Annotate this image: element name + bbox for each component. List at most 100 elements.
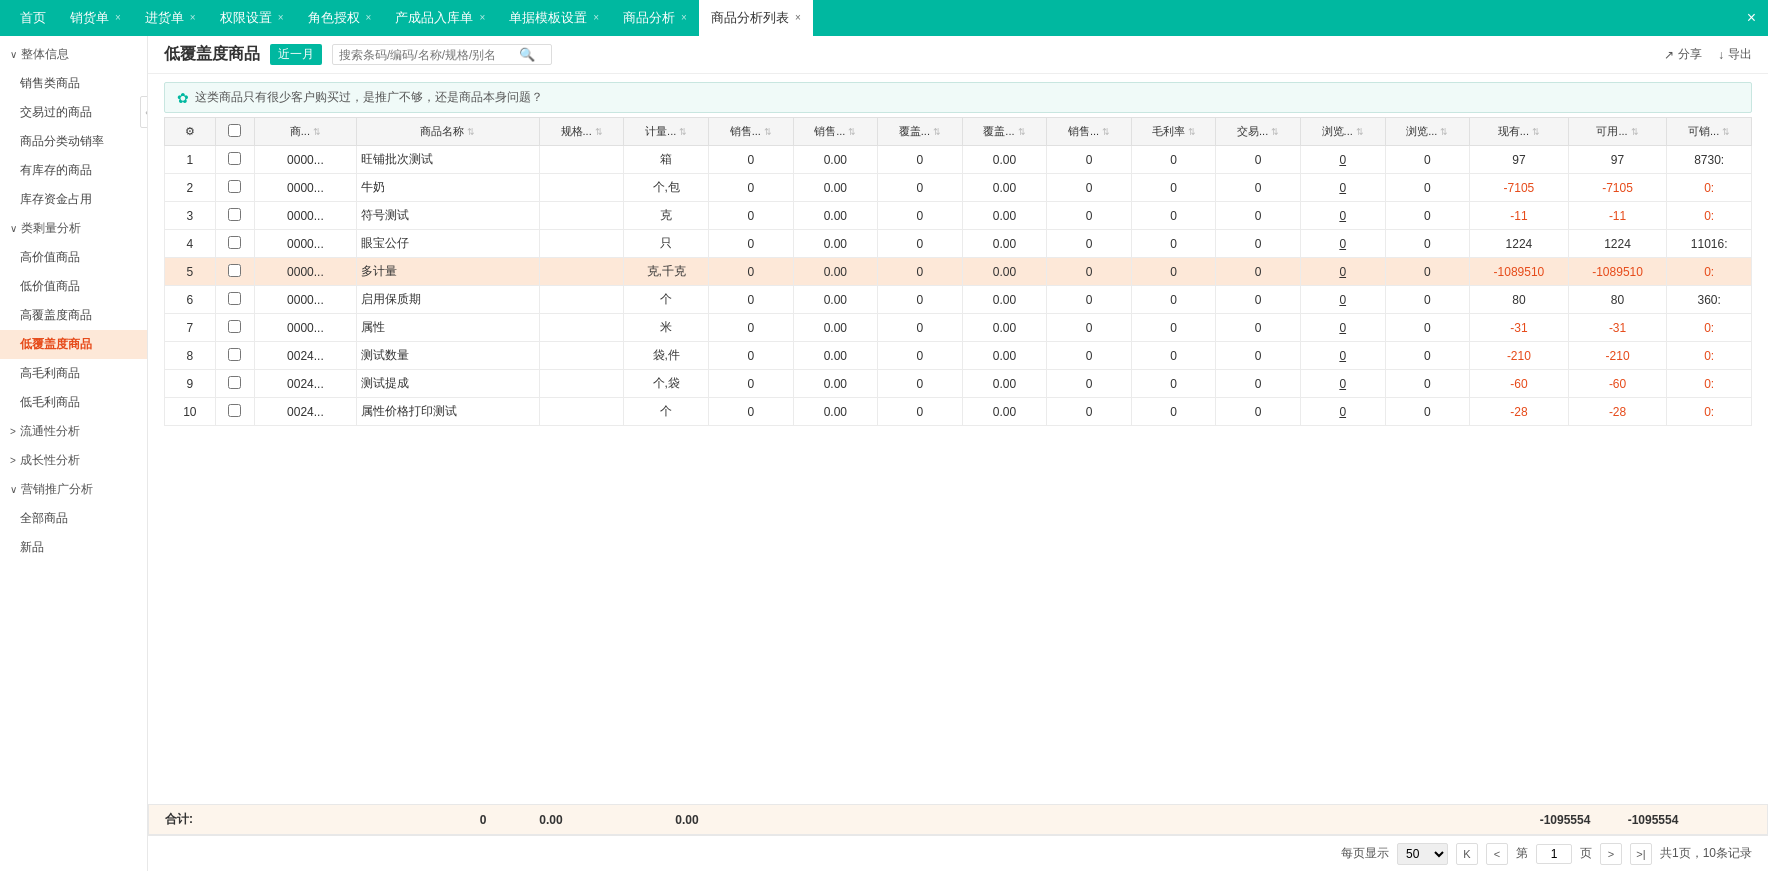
sidebar-item-traded-goods[interactable]: 交易过的商品	[0, 98, 147, 127]
sort-icon[interactable]: ⇅	[1271, 127, 1279, 137]
cell-views2: 0	[1385, 174, 1470, 202]
sidebar-item-capital[interactable]: 库存资金占用	[0, 185, 147, 214]
cell-no: 3	[165, 202, 216, 230]
page-input[interactable]	[1536, 844, 1572, 864]
close-icon[interactable]: ×	[479, 0, 485, 36]
sidebar-section-header-circulation[interactable]: > 流通性分析	[0, 417, 147, 446]
search-icon[interactable]: 🔍	[519, 47, 535, 62]
nav-item-sales-order[interactable]: 销货单 ×	[58, 0, 133, 36]
sort-icon[interactable]: ⇅	[1018, 127, 1026, 137]
nav-item-purchase[interactable]: 进货单 ×	[133, 0, 208, 36]
sidebar-item-high-value[interactable]: 高价值商品	[0, 243, 147, 272]
nav-item-product-analysis[interactable]: 商品分析 ×	[611, 0, 699, 36]
row-checkbox[interactable]	[228, 208, 241, 221]
cell-current-stock: 80	[1470, 286, 1569, 314]
sidebar-section-header-value[interactable]: ∨ 类剩量分析	[0, 214, 147, 243]
cell-sales-qty: 0	[709, 314, 794, 342]
nav-item-product-analysis-list[interactable]: 商品分析列表 ×	[699, 0, 813, 36]
sort-icon[interactable]: ⇅	[1532, 127, 1540, 137]
cell-views1[interactable]: 0	[1300, 258, 1385, 286]
first-page-button[interactable]: K	[1456, 843, 1478, 865]
cell-available: -28	[1568, 398, 1667, 426]
row-checkbox[interactable]	[228, 292, 241, 305]
search-input[interactable]	[339, 48, 519, 62]
nav-item-role[interactable]: 角色授权 ×	[296, 0, 384, 36]
settings-icon[interactable]: ⚙	[185, 125, 195, 137]
sidebar-section-header-growth[interactable]: > 成长性分析	[0, 446, 147, 475]
cell-views1[interactable]: 0	[1300, 174, 1385, 202]
cell-views1[interactable]: 0	[1300, 146, 1385, 174]
cell-sales-amt: 0.00	[793, 342, 878, 370]
close-icon[interactable]: ×	[366, 0, 372, 36]
window-close-button[interactable]: ×	[1747, 9, 1756, 27]
cell-saleable: 360:	[1667, 286, 1752, 314]
cell-views1[interactable]: 0	[1300, 202, 1385, 230]
period-button[interactable]: 近一月	[270, 44, 322, 65]
cell-views1[interactable]: 0	[1300, 230, 1385, 258]
cell-views1[interactable]: 0	[1300, 314, 1385, 342]
close-icon[interactable]: ×	[681, 0, 687, 36]
sidebar-item-all-goods[interactable]: 全部商品	[0, 504, 147, 533]
sort-icon[interactable]: ⇅	[595, 127, 603, 137]
per-page-select[interactable]: 20 50 100	[1397, 843, 1448, 865]
nav-item-permission[interactable]: 权限设置 ×	[208, 0, 296, 36]
sort-icon[interactable]: ⇅	[1631, 127, 1639, 137]
sort-icon[interactable]: ⇅	[467, 127, 475, 137]
sort-icon[interactable]: ⇅	[933, 127, 941, 137]
sort-icon[interactable]: ⇅	[764, 127, 772, 137]
sort-icon[interactable]: ⇅	[1722, 127, 1730, 137]
sidebar-item-new-goods[interactable]: 新品	[0, 533, 147, 562]
search-box: 🔍	[332, 44, 552, 65]
cell-spec	[539, 174, 624, 202]
sidebar-item-stocked-goods[interactable]: 有库存的商品	[0, 156, 147, 185]
cell-views1[interactable]: 0	[1300, 398, 1385, 426]
row-checkbox[interactable]	[228, 320, 241, 333]
row-checkbox[interactable]	[228, 180, 241, 193]
sidebar-item-high-coverage[interactable]: 高覆盖度商品	[0, 301, 147, 330]
sort-icon[interactable]: ⇅	[679, 127, 687, 137]
close-icon[interactable]: ×	[115, 0, 121, 36]
cell-views1[interactable]: 0	[1300, 342, 1385, 370]
row-checkbox[interactable]	[228, 348, 241, 361]
close-icon[interactable]: ×	[795, 0, 801, 36]
nav-item-home[interactable]: 首页	[8, 0, 58, 36]
cell-spec	[539, 146, 624, 174]
cell-cov1: 0	[878, 286, 963, 314]
select-all-checkbox[interactable]	[228, 124, 241, 137]
sidebar-collapse-button[interactable]: «	[140, 96, 148, 128]
sort-icon[interactable]: ⇅	[1188, 127, 1196, 137]
share-button[interactable]: ↗ 分享	[1664, 46, 1702, 63]
next-page-button[interactable]: >	[1600, 843, 1622, 865]
export-button[interactable]: ↓ 导出	[1718, 46, 1752, 63]
nav-item-template[interactable]: 单据模板设置 ×	[497, 0, 611, 36]
nav-item-product-entry[interactable]: 产成品入库单 ×	[383, 0, 497, 36]
cell-current-stock: -11	[1470, 202, 1569, 230]
row-checkbox[interactable]	[228, 264, 241, 277]
sort-icon[interactable]: ⇅	[848, 127, 856, 137]
sidebar-item-high-margin[interactable]: 高毛利商品	[0, 359, 147, 388]
row-checkbox[interactable]	[228, 152, 241, 165]
sort-icon[interactable]: ⇅	[1356, 127, 1364, 137]
row-checkbox[interactable]	[228, 404, 241, 417]
sort-icon[interactable]: ⇅	[1102, 127, 1110, 137]
sidebar-item-category-rate[interactable]: 商品分类动销率	[0, 127, 147, 156]
sort-icon[interactable]: ⇅	[313, 127, 321, 137]
row-checkbox[interactable]	[228, 236, 241, 249]
sidebar-section-header-overview[interactable]: ∨ 整体信息	[0, 40, 147, 69]
sidebar-section-header-marketing[interactable]: ∨ 营销推广分析	[0, 475, 147, 504]
prev-page-button[interactable]: <	[1486, 843, 1508, 865]
row-checkbox[interactable]	[228, 376, 241, 389]
cell-views1[interactable]: 0	[1300, 370, 1385, 398]
col-header-sales-qty: 销售... ⇅	[709, 118, 794, 146]
col-header-no: ⚙	[165, 118, 216, 146]
cell-views1[interactable]: 0	[1300, 286, 1385, 314]
sidebar-item-low-coverage[interactable]: 低覆盖度商品	[0, 330, 147, 359]
close-icon[interactable]: ×	[190, 0, 196, 36]
sidebar-item-low-margin[interactable]: 低毛利商品	[0, 388, 147, 417]
sidebar-item-sales-goods[interactable]: 销售类商品	[0, 69, 147, 98]
last-page-button[interactable]: >|	[1630, 843, 1652, 865]
close-icon[interactable]: ×	[593, 0, 599, 36]
close-icon[interactable]: ×	[278, 0, 284, 36]
sort-icon[interactable]: ⇅	[1440, 127, 1448, 137]
sidebar-item-low-value[interactable]: 低价值商品	[0, 272, 147, 301]
